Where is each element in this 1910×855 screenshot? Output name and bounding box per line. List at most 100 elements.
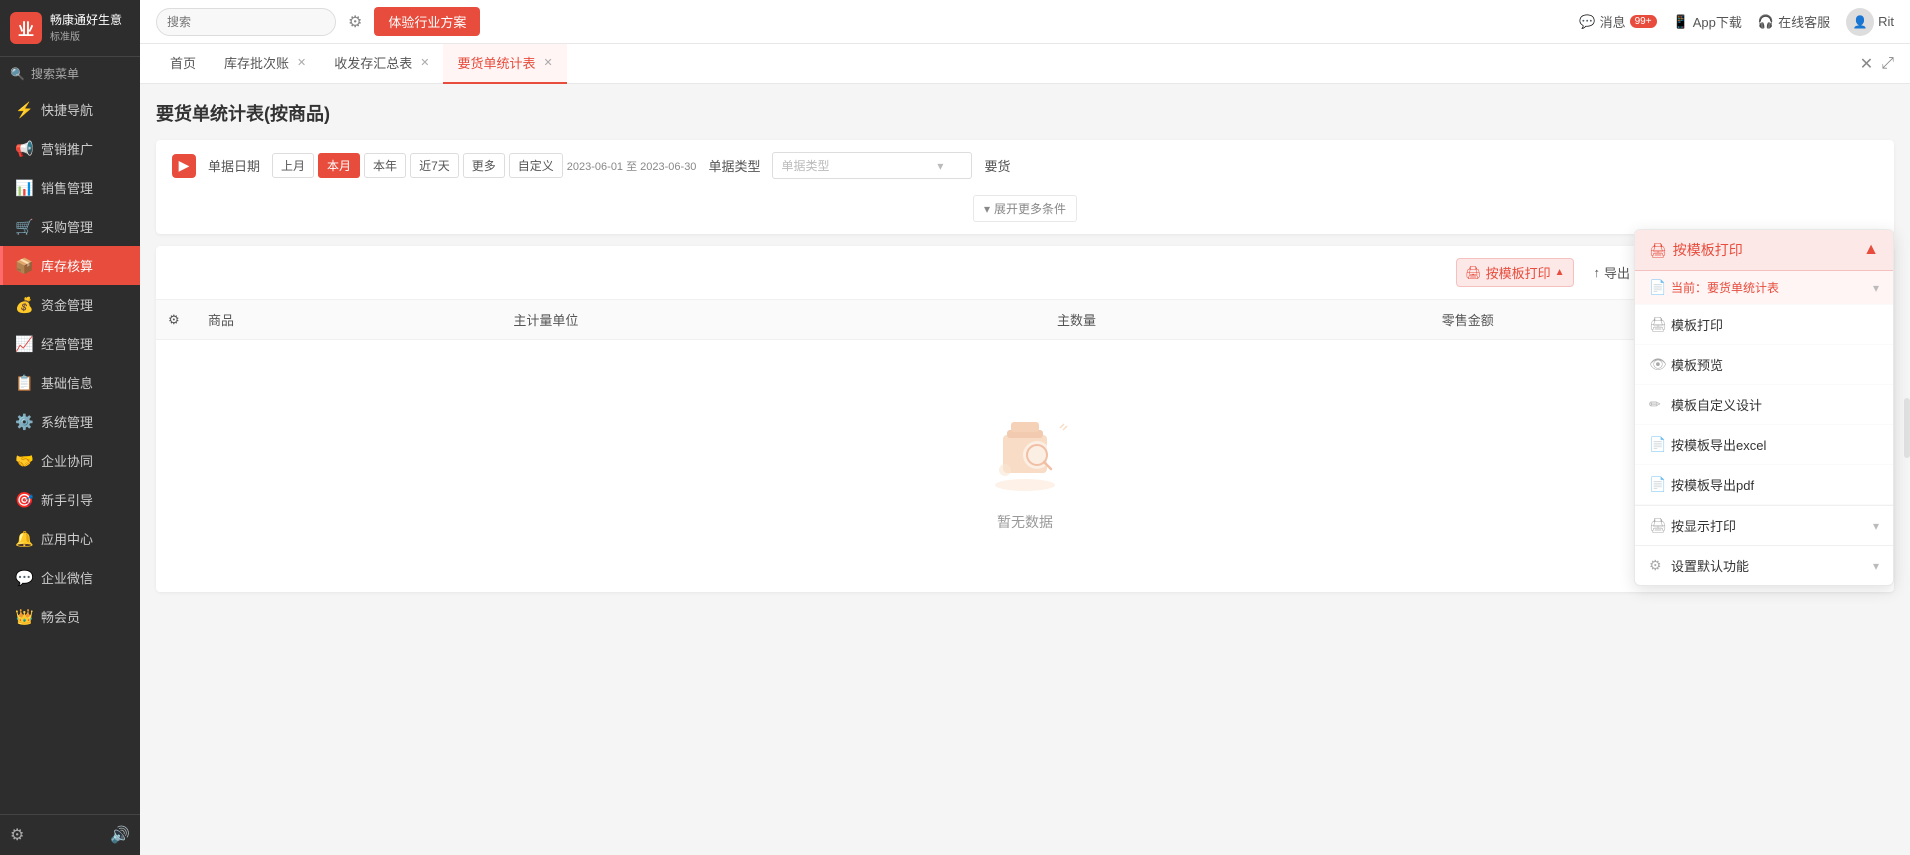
sidebar-item-finance[interactable]: 💰 资金管理 bbox=[0, 285, 140, 324]
popup-section-display-print[interactable]: 🖨 按显示打印 ▾ bbox=[1635, 505, 1893, 545]
online-service-btn[interactable]: 🎧 在线客服 bbox=[1758, 12, 1830, 31]
app-download-btn[interactable]: 📱 App下载 bbox=[1673, 12, 1742, 31]
template-print-icon: 🖨 bbox=[1649, 316, 1667, 333]
sidebar-nav: ⚡ 快捷导航 📢 营销推广 📊 销售管理 🛒 采购管理 📦 库存核算 💰 资金管… bbox=[0, 90, 140, 814]
sidebar-item-label: 企业微信 bbox=[41, 568, 93, 587]
print-icon: 🖨 bbox=[1465, 265, 1482, 281]
th-settings[interactable]: ⚙ bbox=[156, 300, 196, 340]
sales-icon: 📊 bbox=[15, 179, 33, 197]
sidebar-item-newbie[interactable]: 🎯 新手引导 bbox=[0, 480, 140, 519]
popup-item-template-preview[interactable]: 👁 模板预览 bbox=[1635, 345, 1893, 385]
tab-receipt-summary[interactable]: 收发存汇总表 ✕ bbox=[320, 44, 443, 84]
tab-home[interactable]: 首页 bbox=[156, 44, 210, 84]
th-quantity: 主数量 bbox=[1045, 300, 1430, 340]
export-btn[interactable]: ↑ 导出 bbox=[1586, 259, 1639, 286]
user-avatar-placeholder: 👤 bbox=[1853, 15, 1868, 29]
tab-batch-account[interactable]: 库存批次账 ✕ bbox=[210, 44, 320, 84]
tab-window-expand-btn[interactable]: ⤢ bbox=[1881, 55, 1894, 73]
sidebar-item-label: 企业协同 bbox=[41, 451, 93, 470]
sidebar-item-label: 应用中心 bbox=[41, 529, 93, 548]
resize-bar[interactable] bbox=[1904, 398, 1910, 458]
filter-expand-arrow[interactable]: ▶ bbox=[172, 154, 196, 178]
message-btn[interactable]: 💬 消息 99+ bbox=[1579, 12, 1656, 31]
popup-current-item[interactable]: 📄 当前：要货单统计表 ▾ bbox=[1635, 271, 1893, 305]
topbar-gear-icon[interactable]: ⚙ bbox=[348, 12, 362, 32]
user-avatar-btn[interactable]: 👤 Rit bbox=[1846, 8, 1894, 36]
date-btn-7days[interactable]: 近7天 bbox=[410, 153, 459, 178]
export-label: 导出 bbox=[1604, 263, 1630, 282]
finance-icon: 💰 bbox=[15, 296, 33, 314]
volume-bottom-icon[interactable]: 🔊 bbox=[110, 825, 130, 845]
quick-nav-icon: ⚡ bbox=[15, 101, 33, 119]
sidebar-item-marketing[interactable]: 📢 营销推广 bbox=[0, 129, 140, 168]
tabs-right: ✕ ⤢ bbox=[1860, 54, 1894, 74]
popup-item-export-excel[interactable]: 📄 按模板导出excel bbox=[1635, 425, 1893, 465]
sidebar-item-label: 新手引导 bbox=[41, 490, 93, 509]
popup-item-template-print[interactable]: 🖨 模板打印 bbox=[1635, 305, 1893, 345]
app-name-block: 畅康通好生意 标准版 bbox=[50, 13, 122, 44]
topbar: ⚙ 体验行业方案 💬 消息 99+ 📱 App下载 🎧 在线客服 👤 Rit bbox=[140, 0, 1910, 44]
date-btn-custom[interactable]: 自定义 bbox=[509, 153, 563, 178]
popup-item-export-pdf[interactable]: 📄 按模板导出pdf bbox=[1635, 465, 1893, 505]
search-input[interactable] bbox=[156, 8, 336, 36]
date-btn-last-month[interactable]: 上月 bbox=[272, 153, 314, 178]
search-menu-btn[interactable]: 🔍 搜索菜单 bbox=[0, 57, 140, 90]
sidebar-item-label: 基础信息 bbox=[41, 373, 93, 392]
industry-btn[interactable]: 体验行业方案 bbox=[374, 7, 480, 36]
popup-section-default-func[interactable]: ⚙ 设置默认功能 ▾ bbox=[1635, 545, 1893, 585]
app-name: 畅康通好生意 bbox=[50, 13, 122, 29]
type-select-placeholder: 单据类型 bbox=[781, 157, 933, 174]
sidebar-item-appstore[interactable]: 🔔 应用中心 bbox=[0, 519, 140, 558]
purchase-icon: 🛒 bbox=[15, 218, 33, 236]
tab-batch-account-close[interactable]: ✕ bbox=[297, 56, 306, 69]
expand-more-btn[interactable]: ▾ 展开更多条件 bbox=[973, 195, 1077, 222]
date-filter-label: 单据日期 bbox=[208, 156, 260, 175]
sidebar-item-member[interactable]: 👑 畅会员 bbox=[0, 597, 140, 636]
tab-receipt-summary-close[interactable]: ✕ bbox=[420, 56, 429, 69]
date-btn-this-month[interactable]: 本月 bbox=[318, 153, 360, 178]
inventory-icon: 📦 bbox=[15, 257, 33, 275]
date-btn-this-year[interactable]: 本年 bbox=[364, 153, 406, 178]
type-select-arrow: ▾ bbox=[937, 159, 943, 173]
sidebar-item-system[interactable]: ⚙️ 系统管理 bbox=[0, 402, 140, 441]
message-badge: 99+ bbox=[1630, 15, 1657, 28]
empty-text: 暂无数据 bbox=[997, 512, 1053, 532]
sidebar-item-label: 快捷导航 bbox=[41, 100, 93, 119]
date-range-display: 2023-06-01 至 2023-06-30 bbox=[567, 158, 697, 174]
tab-order-summary-close[interactable]: ✕ bbox=[544, 56, 553, 69]
download-icon: 📱 bbox=[1673, 14, 1689, 30]
template-design-icon: ✏ bbox=[1649, 396, 1661, 413]
expand-more-icon: ▾ bbox=[984, 202, 990, 216]
popup-header-title: 按模板打印 bbox=[1673, 240, 1743, 260]
sidebar-item-quick-nav[interactable]: ⚡ 快捷导航 bbox=[0, 90, 140, 129]
export-icon: ↑ bbox=[1594, 265, 1601, 280]
sidebar-item-label: 采购管理 bbox=[41, 217, 93, 236]
topbar-actions: 💬 消息 99+ 📱 App下载 🎧 在线客服 👤 Rit bbox=[1579, 8, 1894, 36]
search-icon: 🔍 bbox=[10, 67, 25, 81]
tab-home-label: 首页 bbox=[170, 53, 196, 72]
sidebar-item-basic[interactable]: 📋 基础信息 bbox=[0, 363, 140, 402]
sidebar-bottom: ⚙ 🔊 bbox=[0, 814, 140, 855]
settings-bottom-icon[interactable]: ⚙ bbox=[10, 825, 24, 845]
sidebar-item-label: 营销推广 bbox=[41, 139, 93, 158]
print-template-label: 按模板打印 bbox=[1486, 263, 1551, 282]
sidebar-item-operation[interactable]: 📈 经营管理 bbox=[0, 324, 140, 363]
sidebar-item-wechat[interactable]: 💬 企业微信 bbox=[0, 558, 140, 597]
sidebar-item-inventory[interactable]: 📦 库存核算 bbox=[0, 246, 140, 285]
date-btn-more[interactable]: 更多 bbox=[463, 153, 505, 178]
print-template-btn[interactable]: 🖨 按模板打印 ▲ bbox=[1456, 258, 1573, 287]
popup-item-template-design[interactable]: ✏ 模板自定义设计 bbox=[1635, 385, 1893, 425]
user-name: Rit bbox=[1878, 14, 1894, 29]
order-type-label: 要货 bbox=[984, 156, 1010, 175]
app-logo-icon: 业 bbox=[10, 12, 42, 44]
tab-order-summary[interactable]: 要货单统计表 ✕ bbox=[443, 44, 566, 84]
popup-close-btn[interactable]: ▲ bbox=[1863, 241, 1879, 259]
popup-current-arrow: ▾ bbox=[1873, 281, 1879, 295]
type-select[interactable]: 单据类型 ▾ bbox=[772, 152, 972, 179]
sidebar-item-purchase[interactable]: 🛒 采购管理 bbox=[0, 207, 140, 246]
app-version: 标准版 bbox=[50, 28, 122, 43]
tab-window-close-btn[interactable]: ✕ bbox=[1860, 54, 1873, 74]
sidebar-item-sales[interactable]: 📊 销售管理 bbox=[0, 168, 140, 207]
popup-current-icon: 📄 bbox=[1649, 279, 1666, 296]
sidebar-item-cooperation[interactable]: 🤝 企业协同 bbox=[0, 441, 140, 480]
